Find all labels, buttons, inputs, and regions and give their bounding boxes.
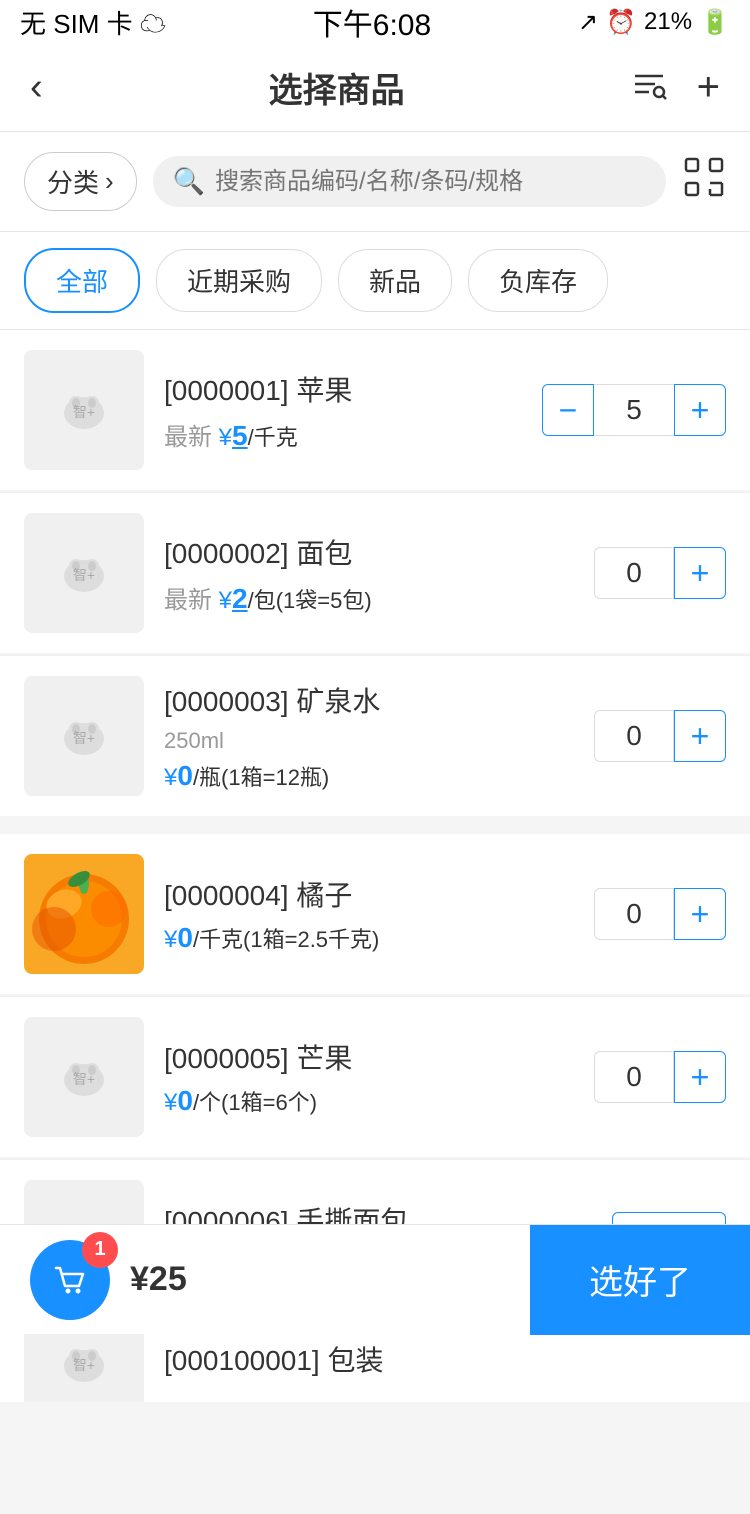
back-button[interactable]: ‹ xyxy=(30,66,43,109)
product-spec: 250ml xyxy=(164,728,574,754)
confirm-button[interactable]: 选好了 xyxy=(530,1225,750,1335)
alarm-icon: ⏰ xyxy=(606,8,636,37)
quantity-input[interactable] xyxy=(594,1051,674,1103)
product-price: ¥0/个(1箱=6个) xyxy=(164,1085,574,1117)
scan-icon[interactable] xyxy=(682,155,726,208)
search-bar: 🔍 xyxy=(153,156,666,207)
quantity-input[interactable] xyxy=(594,710,674,762)
quantity-controls: + xyxy=(594,1051,726,1103)
cart-icon[interactable]: 1 xyxy=(30,1240,110,1320)
product-name: [0000001] 苹果 xyxy=(164,369,522,409)
tab-all[interactable]: 全部 xyxy=(24,248,140,313)
battery-status: 21% xyxy=(644,8,692,36)
product-price: 最新 ¥2/包(1袋=5包) xyxy=(164,580,574,615)
quantity-controls: + xyxy=(594,547,726,599)
svg-text:智+: 智+ xyxy=(73,404,95,420)
product-thumbnail: 智+ xyxy=(24,350,144,470)
product-item: 智+ [000100001] 包装 xyxy=(0,1322,750,1402)
category-label: 分类 xyxy=(47,163,99,200)
product-item: [0000004] 橘子 ¥0/千克(1箱=2.5千克) + xyxy=(0,834,750,994)
svg-text:智+: 智+ xyxy=(73,1071,95,1087)
quantity-plus-button[interactable]: + xyxy=(674,1051,726,1103)
quantity-input[interactable] xyxy=(594,547,674,599)
product-info: [0000005] 芒果 ¥0/个(1箱=6个) xyxy=(164,1037,574,1117)
tab-negative[interactable]: 负库存 xyxy=(468,249,608,312)
quantity-plus-button[interactable]: + xyxy=(674,547,726,599)
product-thumbnail: 智+ xyxy=(24,1017,144,1137)
product-name: [0000005] 芒果 xyxy=(164,1037,574,1077)
product-item: 智+ [0000001] 苹果 最新 ¥5/千克 − + xyxy=(0,330,750,490)
product-price: 最新 ¥5/千克 xyxy=(164,417,522,452)
product-item: 智+ [0000002] 面包 最新 ¥2/包(1袋=5包) + xyxy=(0,492,750,653)
product-name: [000100001] 包装 xyxy=(164,1339,726,1379)
product-thumbnail: 智+ xyxy=(24,513,144,633)
product-name: [0000002] 面包 xyxy=(164,532,574,572)
nav-icons: + xyxy=(631,65,720,110)
svg-text:智+: 智+ xyxy=(73,1357,95,1373)
status-left: 无 SIM 卡 ☁ xyxy=(20,4,166,41)
product-thumbnail xyxy=(24,854,144,974)
tab-new[interactable]: 新品 xyxy=(338,249,452,312)
product-price: ¥0/千克(1箱=2.5千克) xyxy=(164,922,574,954)
product-info: [0000003] 矿泉水 250ml ¥0/瓶(1箱=12瓶) xyxy=(164,680,574,792)
filter-bar: 分类 › 🔍 xyxy=(0,132,750,232)
quantity-plus-button[interactable]: + xyxy=(674,384,726,436)
product-item: 智+ [0000003] 矿泉水 250ml ¥0/瓶(1箱=12瓶) + xyxy=(0,655,750,816)
status-time: 下午6:08 xyxy=(313,0,431,44)
product-item: 智+ [0000005] 芒果 ¥0/个(1箱=6个) + xyxy=(0,996,750,1157)
svg-text:智+: 智+ xyxy=(73,567,95,583)
product-price: ¥0/瓶(1箱=12瓶) xyxy=(164,760,574,792)
cart-section: 1 ¥25 xyxy=(0,1240,530,1320)
battery-icon: 🔋 xyxy=(700,8,730,37)
product-name: [0000004] 橘子 xyxy=(164,874,574,914)
status-bar: 无 SIM 卡 ☁ 下午6:08 ↗ ⏰ 21% 🔋 xyxy=(0,0,750,44)
product-thumbnail: 智+ xyxy=(24,1322,144,1402)
cart-total: ¥25 xyxy=(130,1260,187,1299)
sim-status: 无 SIM 卡 ☁ xyxy=(20,4,166,41)
quantity-controls: − + xyxy=(542,384,726,436)
product-info: [0000004] 橘子 ¥0/千克(1箱=2.5千克) xyxy=(164,874,574,954)
location-icon: ↗ xyxy=(578,8,598,37)
filter-icon[interactable] xyxy=(631,66,667,110)
search-icon: 🔍 xyxy=(173,166,205,197)
quantity-input[interactable] xyxy=(594,888,674,940)
quantity-plus-button[interactable]: + xyxy=(674,710,726,762)
quantity-controls: + xyxy=(594,888,726,940)
product-info: [000100001] 包装 xyxy=(164,1339,726,1387)
nav-bar: ‹ 选择商品 + xyxy=(0,44,750,132)
product-name: [0000003] 矿泉水 xyxy=(164,680,574,720)
product-info: [0000002] 面包 最新 ¥2/包(1袋=5包) xyxy=(164,532,574,615)
tab-bar: 全部 近期采购 新品 负库存 xyxy=(0,232,750,330)
status-right: ↗ ⏰ 21% 🔋 xyxy=(578,8,730,37)
svg-text:智+: 智+ xyxy=(73,730,95,746)
add-button[interactable]: + xyxy=(697,65,720,110)
product-info: [0000001] 苹果 最新 ¥5/千克 xyxy=(164,369,522,452)
search-input[interactable] xyxy=(215,168,646,196)
quantity-plus-button[interactable]: + xyxy=(674,888,726,940)
quantity-input[interactable] xyxy=(594,384,674,436)
quantity-minus-button[interactable]: − xyxy=(542,384,594,436)
category-chevron: › xyxy=(105,166,114,197)
tab-recent[interactable]: 近期采购 xyxy=(156,249,322,312)
page-title: 选择商品 xyxy=(269,63,405,112)
cart-badge: 1 xyxy=(82,1232,118,1268)
quantity-controls: + xyxy=(594,710,726,762)
category-button[interactable]: 分类 › xyxy=(24,152,137,211)
bottom-bar: 1 ¥25 选好了 xyxy=(0,1224,750,1334)
product-thumbnail: 智+ xyxy=(24,676,144,796)
